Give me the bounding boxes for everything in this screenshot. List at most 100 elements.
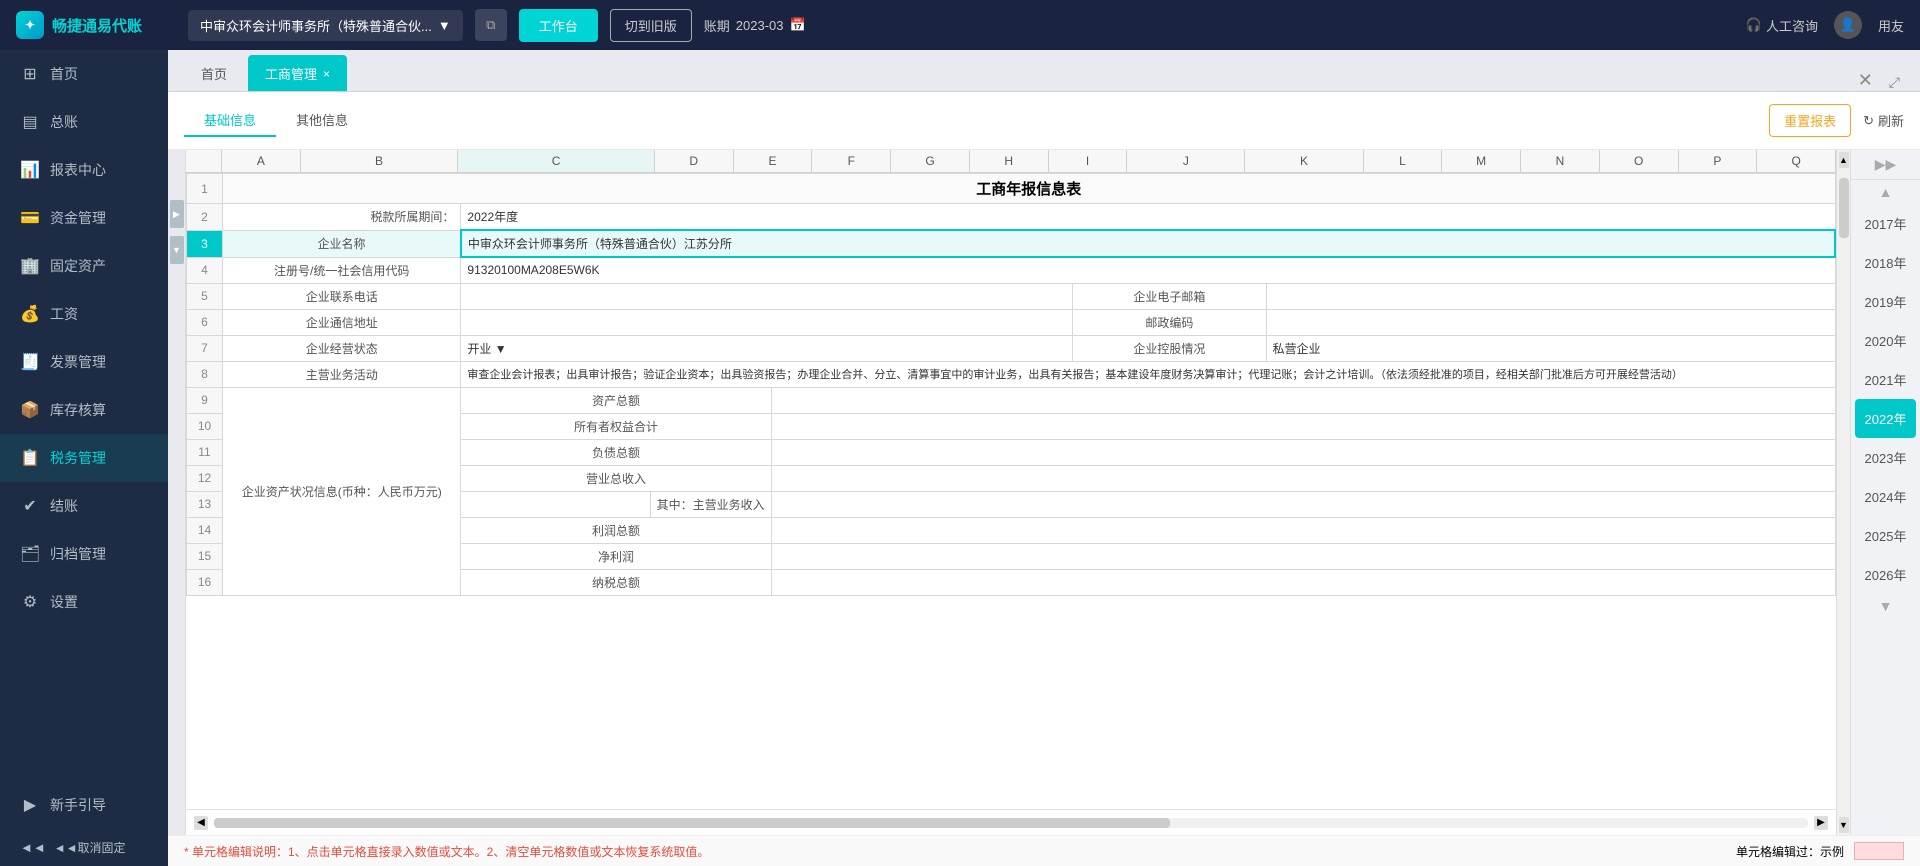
refresh-button[interactable]: ↻ 刷新 bbox=[1863, 111, 1904, 130]
year-item-2017[interactable]: 2017年 bbox=[1851, 204, 1920, 243]
cell-9-value[interactable] bbox=[771, 387, 1835, 413]
sidebar-item-settings[interactable]: ⚙ 设置 bbox=[0, 578, 168, 626]
sidebar-item-inventory[interactable]: 📦 库存核算 bbox=[0, 386, 168, 434]
sidebar-newbie[interactable]: ▶ 新手引导 bbox=[0, 781, 168, 829]
year-item-2023[interactable]: 2023年 bbox=[1851, 438, 1920, 477]
tab-business[interactable]: 工商管理 × bbox=[248, 55, 347, 91]
sidebar-item-file[interactable]: 🗂 归档管理 bbox=[0, 530, 168, 578]
sidebar-item-assets[interactable]: 🏢 固定资产 bbox=[0, 242, 168, 290]
copy-button[interactable]: ⧉ bbox=[475, 9, 507, 41]
cell-7-label[interactable]: 企业经营状态 bbox=[223, 335, 461, 361]
cell-4-label[interactable]: 注册号/统一社会信用代码 bbox=[223, 257, 461, 283]
year-item-2020[interactable]: 2020年 bbox=[1851, 321, 1920, 360]
reset-report-button[interactable]: 重置报表 bbox=[1769, 104, 1851, 137]
sidebar-item-invoice[interactable]: 🧾 发票管理 bbox=[0, 338, 168, 386]
year-item-2022[interactable]: 2022年 bbox=[1855, 399, 1916, 438]
collapse-right-btn[interactable]: ▼ bbox=[170, 236, 184, 264]
cell-11-value[interactable] bbox=[771, 439, 1835, 465]
service-button[interactable]: 🎧 人工咨询 bbox=[1746, 16, 1818, 35]
sidebar-item-report[interactable]: 📊 报表中心 bbox=[0, 146, 168, 194]
year-item-2025[interactable]: 2025年 bbox=[1851, 516, 1920, 555]
bottom-scrollbar[interactable]: ◀ ▶ bbox=[186, 809, 1836, 835]
tab-home[interactable]: 首页 bbox=[184, 55, 244, 91]
spreadsheet-body[interactable]: 1 工商年报信息表 2 税款所属期间： 2022年度 bbox=[186, 173, 1836, 809]
window-close-icon[interactable]: ✕ bbox=[1850, 70, 1881, 91]
year-up-btn[interactable]: ▲ bbox=[1879, 184, 1893, 200]
sidebar-item-capital[interactable]: 💳 资金管理 bbox=[0, 194, 168, 242]
cell-7-status[interactable]: 开业 ▼ bbox=[461, 335, 1073, 361]
cell-title[interactable]: 工商年报信息表 bbox=[223, 174, 1836, 204]
sidebar-item-archive[interactable]: ✔ 结账 bbox=[0, 482, 168, 530]
cell-4-value[interactable]: 91320100MA208E5W6K bbox=[461, 257, 1835, 283]
sidebar-item-salary[interactable]: 💰 工资 bbox=[0, 290, 168, 338]
tab-basic-info[interactable]: 基础信息 bbox=[184, 104, 276, 137]
workbench-button[interactable]: 工作台 bbox=[519, 9, 598, 42]
row-num-11: 11 bbox=[187, 439, 223, 465]
company-selector[interactable]: 中审众环会计师事务所（特殊普通合伙... ▼ bbox=[188, 10, 463, 41]
sidebar-item-ledger[interactable]: ▤ 总账 bbox=[0, 98, 168, 146]
company-name: 中审众环会计师事务所（特殊普通合伙... bbox=[200, 16, 432, 35]
cell-10-value[interactable] bbox=[771, 413, 1835, 439]
v-scrollbar-thumb[interactable] bbox=[1839, 178, 1849, 238]
scroll-down-btn[interactable]: ▼ bbox=[1839, 817, 1849, 833]
col-header-m: M bbox=[1442, 150, 1521, 172]
v-scrollbar[interactable]: ▲ ▼ bbox=[1836, 150, 1850, 835]
scroll-up-btn[interactable]: ▲ bbox=[1839, 152, 1849, 168]
cell-6-label[interactable]: 企业通信地址 bbox=[223, 309, 461, 335]
sidebar-item-home[interactable]: ⊞ 首页 bbox=[0, 50, 168, 98]
cell-15-value[interactable] bbox=[771, 543, 1835, 569]
sub-tabs: 基础信息 其他信息 bbox=[184, 104, 368, 137]
h-scrollbar-track[interactable] bbox=[214, 818, 1808, 828]
newbie-icon: ▶ bbox=[20, 795, 40, 815]
cell-11-label[interactable]: 负债总额 bbox=[461, 439, 771, 465]
year-expand-btn[interactable]: ▶▶ bbox=[1869, 154, 1903, 175]
cell-7-control[interactable]: 私营企业 bbox=[1266, 335, 1835, 361]
scroll-left-btn[interactable]: ◀ bbox=[194, 816, 208, 830]
cell-5-label[interactable]: 企业联系电话 bbox=[223, 283, 461, 309]
cell-13-label[interactable]: 其中：主营业务收入 bbox=[650, 491, 771, 517]
col-header-b: B bbox=[301, 150, 458, 172]
cell-3-value[interactable]: 中审众环会计师事务所（特殊普通合伙）江苏分所 bbox=[461, 230, 1835, 257]
calendar-icon[interactable]: 📅 bbox=[789, 17, 805, 33]
cell-2-label[interactable]: 税款所属期间： bbox=[223, 204, 461, 231]
tab-basic-info-label: 基础信息 bbox=[204, 113, 256, 128]
cell-10-label[interactable]: 所有者权益合计 bbox=[461, 413, 771, 439]
topbar: ✦ 畅捷通易代账 中审众环会计师事务所（特殊普通合伙... ▼ ⧉ 工作台 切到… bbox=[0, 0, 1920, 50]
year-item-2018[interactable]: 2018年 bbox=[1851, 243, 1920, 282]
cell-12-label[interactable]: 营业总收入 bbox=[461, 465, 771, 491]
sidebar-item-tax[interactable]: 📋 税务管理 bbox=[0, 434, 168, 482]
cell-6-addr[interactable] bbox=[461, 309, 1073, 335]
collapse-left-btn[interactable]: ▶ bbox=[170, 200, 184, 228]
tab-bar: 首页 工商管理 × ✕ ⤢ bbox=[168, 50, 1920, 92]
chevron-down-icon: ▼ bbox=[438, 18, 451, 33]
cell-5-phone[interactable] bbox=[461, 283, 1073, 309]
cell-6-postal[interactable] bbox=[1266, 309, 1835, 335]
cell-2-value[interactable]: 2022年度 bbox=[461, 204, 1835, 231]
cell-9-label[interactable]: 资产总额 bbox=[461, 387, 771, 413]
year-item-2026[interactable]: 2026年 bbox=[1851, 555, 1920, 594]
year-item-2024[interactable]: 2024年 bbox=[1851, 477, 1920, 516]
cell-5-email-label: 企业电子邮箱 bbox=[1073, 283, 1266, 309]
cell-8-label[interactable]: 主营业务活动 bbox=[223, 361, 461, 387]
year-item-2021[interactable]: 2021年 bbox=[1851, 360, 1920, 399]
cell-14-label[interactable]: 利润总额 bbox=[461, 517, 771, 543]
cell-5-email[interactable] bbox=[1266, 283, 1835, 309]
cell-15-label[interactable]: 净利润 bbox=[461, 543, 771, 569]
cell-16-value[interactable] bbox=[771, 569, 1835, 595]
switch-version-button[interactable]: 切到旧版 bbox=[610, 9, 692, 42]
year-down-btn[interactable]: ▼ bbox=[1879, 598, 1893, 614]
tab-close-icon[interactable]: × bbox=[323, 67, 330, 81]
h-scrollbar-thumb[interactable] bbox=[214, 818, 1170, 828]
scroll-right-btn[interactable]: ▶ bbox=[1814, 816, 1828, 830]
capital-icon: 💳 bbox=[20, 208, 40, 228]
expand-icon[interactable]: ⤢ bbox=[1885, 74, 1904, 91]
cell-8-value[interactable]: 审查企业会计报表；出具审计报告；验证企业资本；出具验资报告；办理企业合并、分立、… bbox=[461, 361, 1835, 387]
cell-16-label[interactable]: 纳税总额 bbox=[461, 569, 771, 595]
cell-12-value[interactable] bbox=[771, 465, 1835, 491]
cell-13-value[interactable] bbox=[771, 491, 1835, 517]
tab-other-info[interactable]: 其他信息 bbox=[276, 104, 368, 137]
cell-14-value[interactable] bbox=[771, 517, 1835, 543]
cell-3-label[interactable]: 企业名称 bbox=[223, 230, 461, 257]
sidebar-unpin[interactable]: ◄◄ ◄◄取消固定 bbox=[0, 829, 168, 866]
year-item-2019[interactable]: 2019年 bbox=[1851, 282, 1920, 321]
